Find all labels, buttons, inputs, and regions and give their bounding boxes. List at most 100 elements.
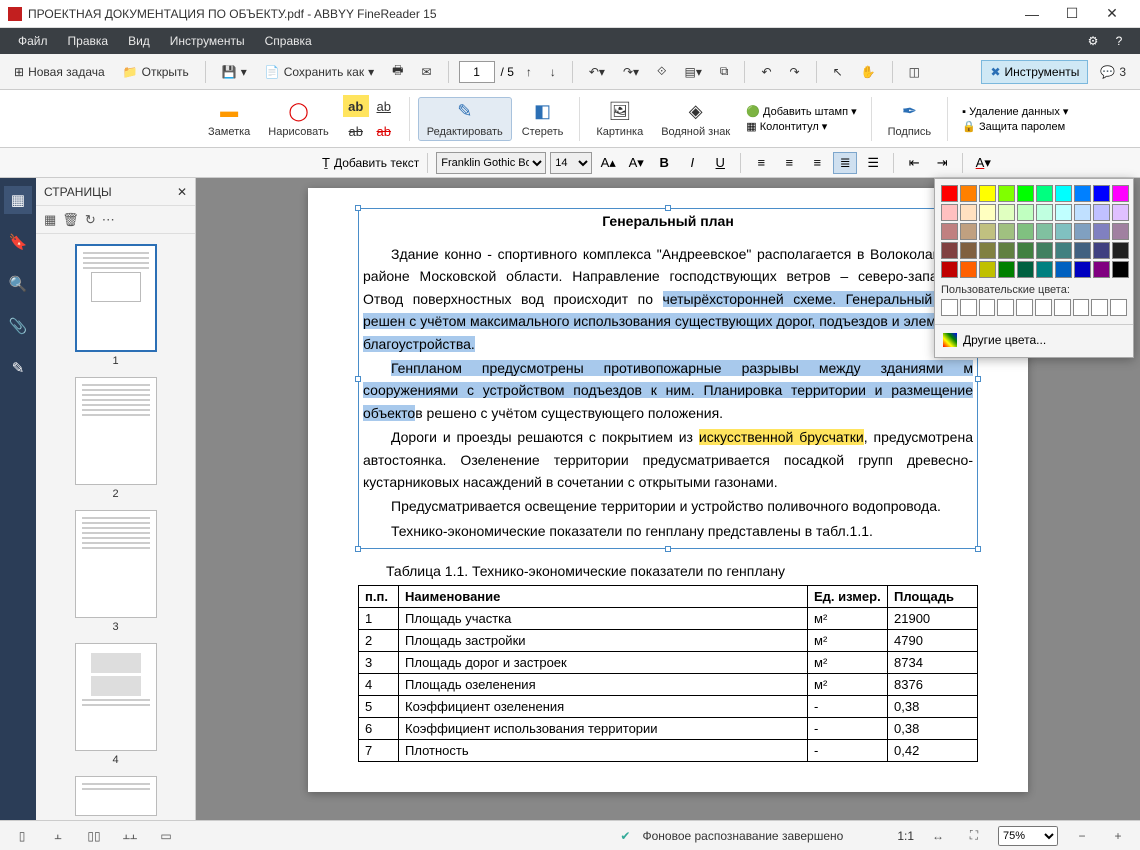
close-button[interactable]: ✕: [1092, 0, 1132, 28]
color-swatch[interactable]: [1112, 261, 1129, 278]
align-right-button[interactable]: ≡: [805, 152, 829, 174]
thumb-2[interactable]: 2: [72, 377, 160, 500]
save-button[interactable]: 💾▾: [216, 61, 253, 83]
color-swatch[interactable]: [979, 204, 996, 221]
color-swatch[interactable]: [1055, 204, 1072, 221]
view-two-icon[interactable]: ▯▯: [82, 825, 106, 847]
rotate-page-icon[interactable]: ↻: [85, 212, 96, 228]
extract-button[interactable]: ⧉: [714, 60, 735, 83]
menu-tools[interactable]: Инструменты: [160, 28, 255, 54]
color-swatch[interactable]: [960, 223, 977, 240]
color-swatch[interactable]: [1055, 185, 1072, 202]
color-swatch[interactable]: [941, 204, 958, 221]
color-swatch[interactable]: [1017, 223, 1034, 240]
color-swatch[interactable]: [960, 242, 977, 259]
strikeout-button[interactable]: ab: [343, 120, 369, 142]
more-icon[interactable]: ⋯: [102, 212, 115, 228]
crop-button[interactable]: ⟐: [651, 60, 672, 83]
view-single-icon[interactable]: ▯: [10, 825, 34, 847]
zoom-select[interactable]: 75%: [998, 826, 1058, 846]
custom-swatch[interactable]: [1110, 299, 1127, 316]
add-text-button[interactable]: ṮДобавить текст: [322, 152, 419, 174]
menu-help[interactable]: Справка: [255, 28, 322, 54]
page-down-button[interactable]: ↓: [544, 61, 562, 83]
shrink-font-button[interactable]: A▾: [624, 152, 648, 174]
custom-swatch[interactable]: [1035, 299, 1052, 316]
tools-panel-button[interactable]: ✖Инструменты: [981, 60, 1088, 84]
color-swatch[interactable]: [1036, 204, 1053, 221]
color-swatch[interactable]: [979, 223, 996, 240]
print-button[interactable]: 🖶: [386, 57, 409, 86]
fit-page-icon[interactable]: ⛶: [962, 825, 986, 847]
color-swatch[interactable]: [1074, 261, 1091, 278]
color-swatch[interactable]: [979, 242, 996, 259]
color-swatch[interactable]: [1074, 223, 1091, 240]
color-swatch[interactable]: [998, 185, 1015, 202]
color-swatch[interactable]: [1093, 204, 1110, 221]
color-swatch[interactable]: [1074, 185, 1091, 202]
picture-button[interactable]: 🖼Картинка: [588, 98, 651, 140]
view-continuous-icon[interactable]: ⫠: [46, 825, 70, 847]
color-swatch[interactable]: [1093, 261, 1110, 278]
color-swatch[interactable]: [1036, 242, 1053, 259]
color-swatch[interactable]: [960, 261, 977, 278]
scale-label[interactable]: 1:1: [897, 829, 914, 843]
custom-swatch[interactable]: [1073, 299, 1090, 316]
thumb-5[interactable]: [72, 776, 160, 816]
color-swatch[interactable]: [1055, 261, 1072, 278]
watermark-button[interactable]: ◈Водяной знак: [653, 98, 738, 140]
mail-button[interactable]: ✉: [415, 61, 437, 83]
strikeout-red-button[interactable]: ab: [371, 120, 397, 142]
color-swatch[interactable]: [1112, 204, 1129, 221]
undo-button[interactable]: ↶: [755, 61, 777, 83]
color-swatch[interactable]: [1017, 204, 1034, 221]
color-swatch[interactable]: [1074, 204, 1091, 221]
redo-button[interactable]: ↷: [784, 61, 806, 83]
indent-left-button[interactable]: ⇤: [902, 152, 926, 174]
menu-view[interactable]: Вид: [118, 28, 160, 54]
italic-button[interactable]: I: [680, 152, 704, 174]
color-swatch[interactable]: [941, 223, 958, 240]
color-swatch[interactable]: [998, 261, 1015, 278]
attachments-tab-icon[interactable]: 📎: [4, 312, 32, 340]
color-swatch[interactable]: [941, 261, 958, 278]
hand-button[interactable]: ✋: [855, 61, 882, 83]
draw-button[interactable]: ◯Нарисовать: [260, 98, 336, 140]
delete-page-icon[interactable]: 🗑: [62, 212, 79, 228]
custom-swatch[interactable]: [960, 299, 977, 316]
close-panel-button[interactable]: ✕: [177, 185, 187, 199]
color-swatch[interactable]: [1036, 261, 1053, 278]
settings-icon[interactable]: ⚙: [1080, 28, 1106, 54]
erase-button[interactable]: ◧Стереть: [514, 98, 572, 140]
font-size-select[interactable]: 14: [550, 152, 592, 174]
zoom-in-button[interactable]: +: [1106, 825, 1130, 847]
indent-right-button[interactable]: ⇥: [930, 152, 954, 174]
view-two-cont-icon[interactable]: ⫠⫠: [118, 825, 142, 847]
color-swatch[interactable]: [1055, 223, 1072, 240]
color-swatch[interactable]: [998, 204, 1015, 221]
custom-swatch[interactable]: [979, 299, 996, 316]
color-swatch[interactable]: [1017, 185, 1034, 202]
underline-button[interactable]: ab: [371, 95, 397, 117]
color-swatch[interactable]: [1112, 242, 1129, 259]
color-swatch[interactable]: [1093, 185, 1110, 202]
maximize-button[interactable]: ☐: [1052, 0, 1092, 28]
signature-button[interactable]: ✒Подпись: [880, 98, 940, 140]
page-up-button[interactable]: ↑: [520, 61, 538, 83]
page-tools-button[interactable]: ▤▾: [679, 61, 708, 83]
color-swatch[interactable]: [1017, 242, 1034, 259]
signatures-tab-icon[interactable]: ✎: [4, 354, 32, 382]
line-spacing-button[interactable]: ☰: [861, 152, 885, 174]
fit-width-icon[interactable]: ↔: [926, 825, 950, 847]
cursor-button[interactable]: ↖: [827, 61, 849, 83]
color-swatch[interactable]: [941, 242, 958, 259]
menu-file[interactable]: Файл: [8, 28, 58, 54]
font-color-button[interactable]: A▾: [971, 152, 995, 174]
bold-button[interactable]: B: [652, 152, 676, 174]
edit-button[interactable]: ✎Редактировать: [418, 97, 512, 141]
custom-swatch[interactable]: [1091, 299, 1108, 316]
custom-swatch[interactable]: [1054, 299, 1071, 316]
custom-swatch[interactable]: [941, 299, 958, 316]
color-swatch[interactable]: [1093, 242, 1110, 259]
color-swatch[interactable]: [979, 261, 996, 278]
